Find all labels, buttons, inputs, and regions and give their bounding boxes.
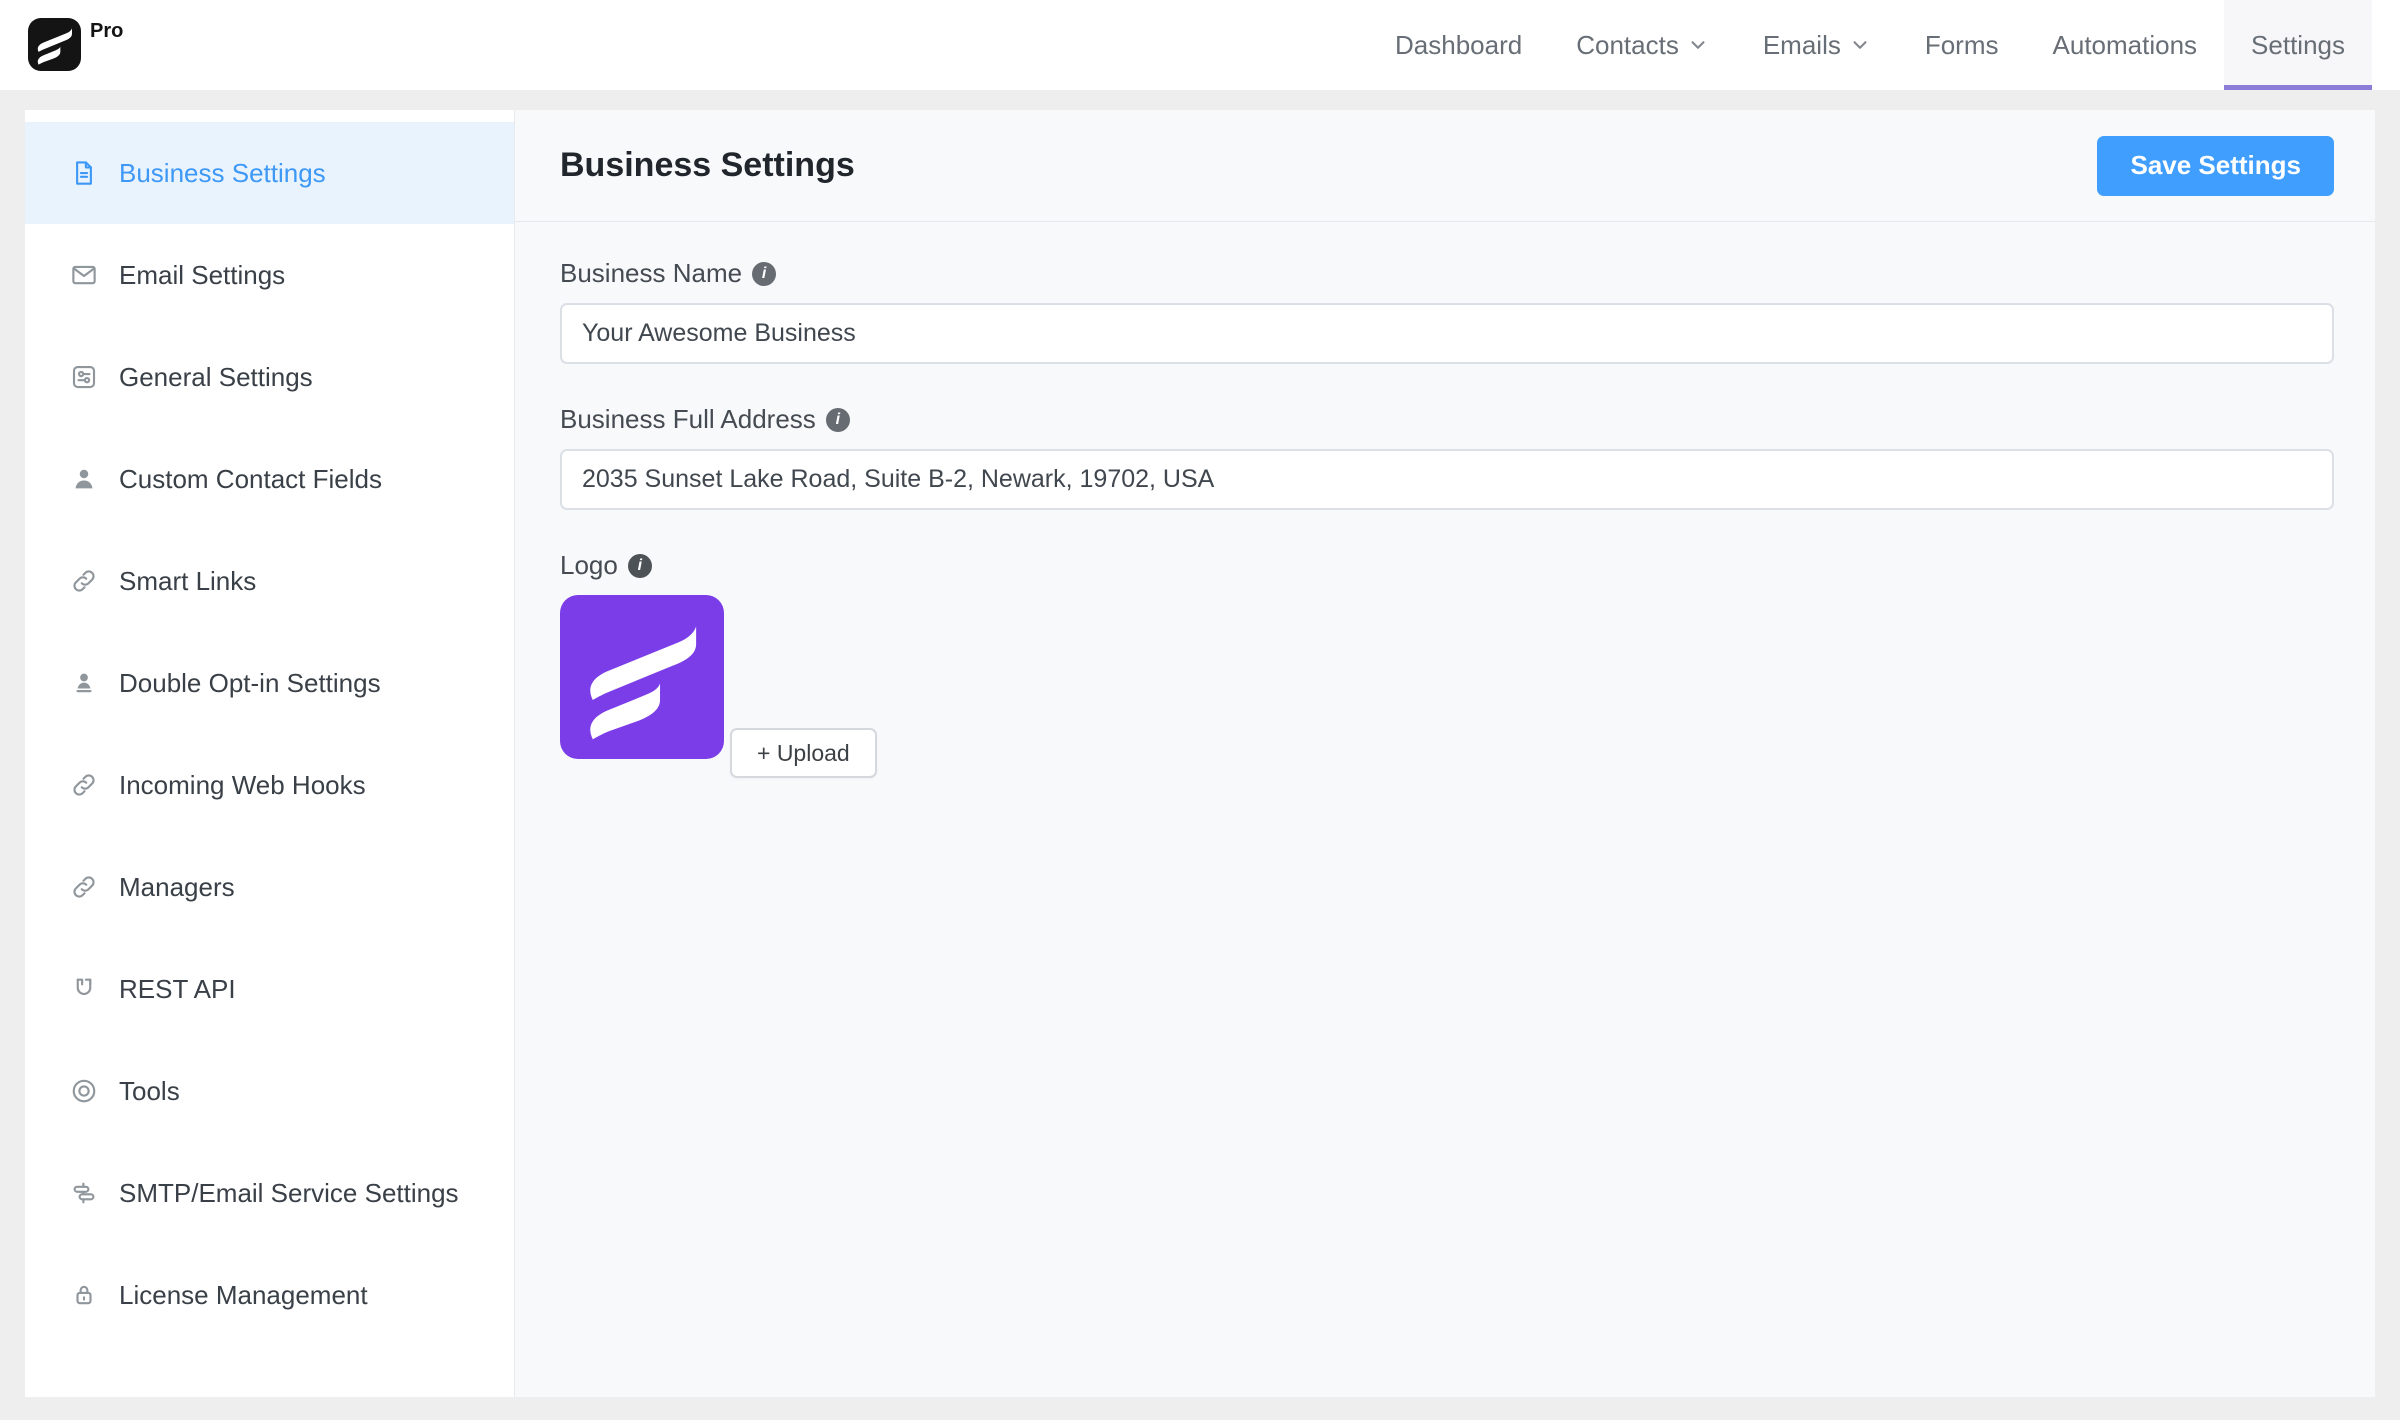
sidebar-item-label: Smart Links xyxy=(119,565,257,596)
sidebar-item-business-settings[interactable]: Business Settings xyxy=(25,122,514,224)
info-icon[interactable]: i xyxy=(752,261,777,286)
preferences-icon xyxy=(69,362,99,392)
settings-panel: Business Settings Email Settings General… xyxy=(25,110,2375,1397)
lock-icon xyxy=(69,1280,99,1310)
sidebar-item-label: Business Settings xyxy=(119,157,326,188)
document-icon xyxy=(69,158,99,188)
fluentcrm-logo-icon xyxy=(28,18,81,71)
business-name-input[interactable] xyxy=(560,303,2334,364)
business-logo-preview xyxy=(560,595,724,759)
user-stamp-icon xyxy=(69,668,99,698)
settings-sidebar: Business Settings Email Settings General… xyxy=(25,110,515,1397)
sidebar-item-tools[interactable]: Tools xyxy=(25,1040,514,1142)
sidebar-item-label: Tools xyxy=(119,1075,180,1106)
sidebar-item-label: SMTP/Email Service Settings xyxy=(119,1177,459,1208)
sidebar-item-custom-contact-fields[interactable]: Custom Contact Fields xyxy=(25,428,514,530)
nav-contacts[interactable]: Contacts xyxy=(1549,0,1736,90)
brand: Pro xyxy=(0,0,123,90)
top-nav: Dashboard Contacts Emails Forms Automati… xyxy=(1368,0,2372,90)
chevron-down-icon xyxy=(1691,41,1705,49)
business-address-input[interactable] xyxy=(560,449,2334,510)
sidebar-item-double-opt-in[interactable]: Double Opt-in Settings xyxy=(25,632,514,734)
pipeline-icon xyxy=(69,1178,99,1208)
pro-badge: Pro xyxy=(90,20,124,42)
sidebar-item-smart-links[interactable]: Smart Links xyxy=(25,530,514,632)
sidebar-item-email-settings[interactable]: Email Settings xyxy=(25,224,514,326)
lifebuoy-icon xyxy=(69,1076,99,1106)
chevron-down-icon xyxy=(1853,41,1867,49)
business-name-label: Business Name xyxy=(560,258,743,288)
nav-settings[interactable]: Settings xyxy=(2224,0,2372,90)
sidebar-item-label: Custom Contact Fields xyxy=(119,463,382,494)
sidebar-item-label: Managers xyxy=(119,871,235,902)
save-settings-button[interactable]: Save Settings xyxy=(2097,135,2334,196)
business-address-field-group: Business Full Address i xyxy=(560,404,2334,510)
link-icon xyxy=(69,566,99,596)
main-content: Business Settings Save Settings Business… xyxy=(515,110,2375,1397)
sidebar-item-rest-api[interactable]: REST API xyxy=(25,938,514,1040)
sidebar-item-incoming-web-hooks[interactable]: Incoming Web Hooks xyxy=(25,734,514,836)
sidebar-item-label: REST API xyxy=(119,973,236,1004)
logo-field-group: Logo i + Upload xyxy=(560,550,2334,778)
logo-label: Logo xyxy=(560,550,618,580)
user-icon xyxy=(69,464,99,494)
sidebar-item-managers[interactable]: Managers xyxy=(25,836,514,938)
page-title: Business Settings xyxy=(560,146,855,184)
nav-emails[interactable]: Emails xyxy=(1736,0,1898,90)
sidebar-item-label: Incoming Web Hooks xyxy=(119,769,366,800)
info-icon[interactable]: i xyxy=(627,553,652,578)
sidebar-item-license-management[interactable]: License Management xyxy=(25,1244,514,1346)
nav-automations[interactable]: Automations xyxy=(2026,0,2225,90)
page-background: Business Settings Email Settings General… xyxy=(0,90,2400,1420)
nav-dashboard[interactable]: Dashboard xyxy=(1368,0,1549,90)
sidebar-item-general-settings[interactable]: General Settings xyxy=(25,326,514,428)
business-name-field-group: Business Name i xyxy=(560,258,2334,364)
magnet-icon xyxy=(69,974,99,1004)
nav-forms[interactable]: Forms xyxy=(1898,0,2026,90)
settings-form: Business Name i Business Full Address i … xyxy=(515,222,2375,799)
link-icon xyxy=(69,872,99,902)
sidebar-item-label: General Settings xyxy=(119,361,313,392)
business-address-label: Business Full Address xyxy=(560,404,816,434)
top-header: Pro Dashboard Contacts Emails Forms Auto… xyxy=(0,0,2400,90)
sidebar-item-label: License Management xyxy=(119,1279,368,1310)
info-icon[interactable]: i xyxy=(825,407,850,432)
sidebar-item-smtp-settings[interactable]: SMTP/Email Service Settings xyxy=(25,1142,514,1244)
link-icon xyxy=(69,770,99,800)
main-header-row: Business Settings Save Settings xyxy=(515,110,2375,222)
sidebar-item-label: Double Opt-in Settings xyxy=(119,667,381,698)
upload-logo-button[interactable]: + Upload xyxy=(730,728,877,778)
sidebar-item-label: Email Settings xyxy=(119,259,286,290)
envelope-icon xyxy=(69,260,99,290)
